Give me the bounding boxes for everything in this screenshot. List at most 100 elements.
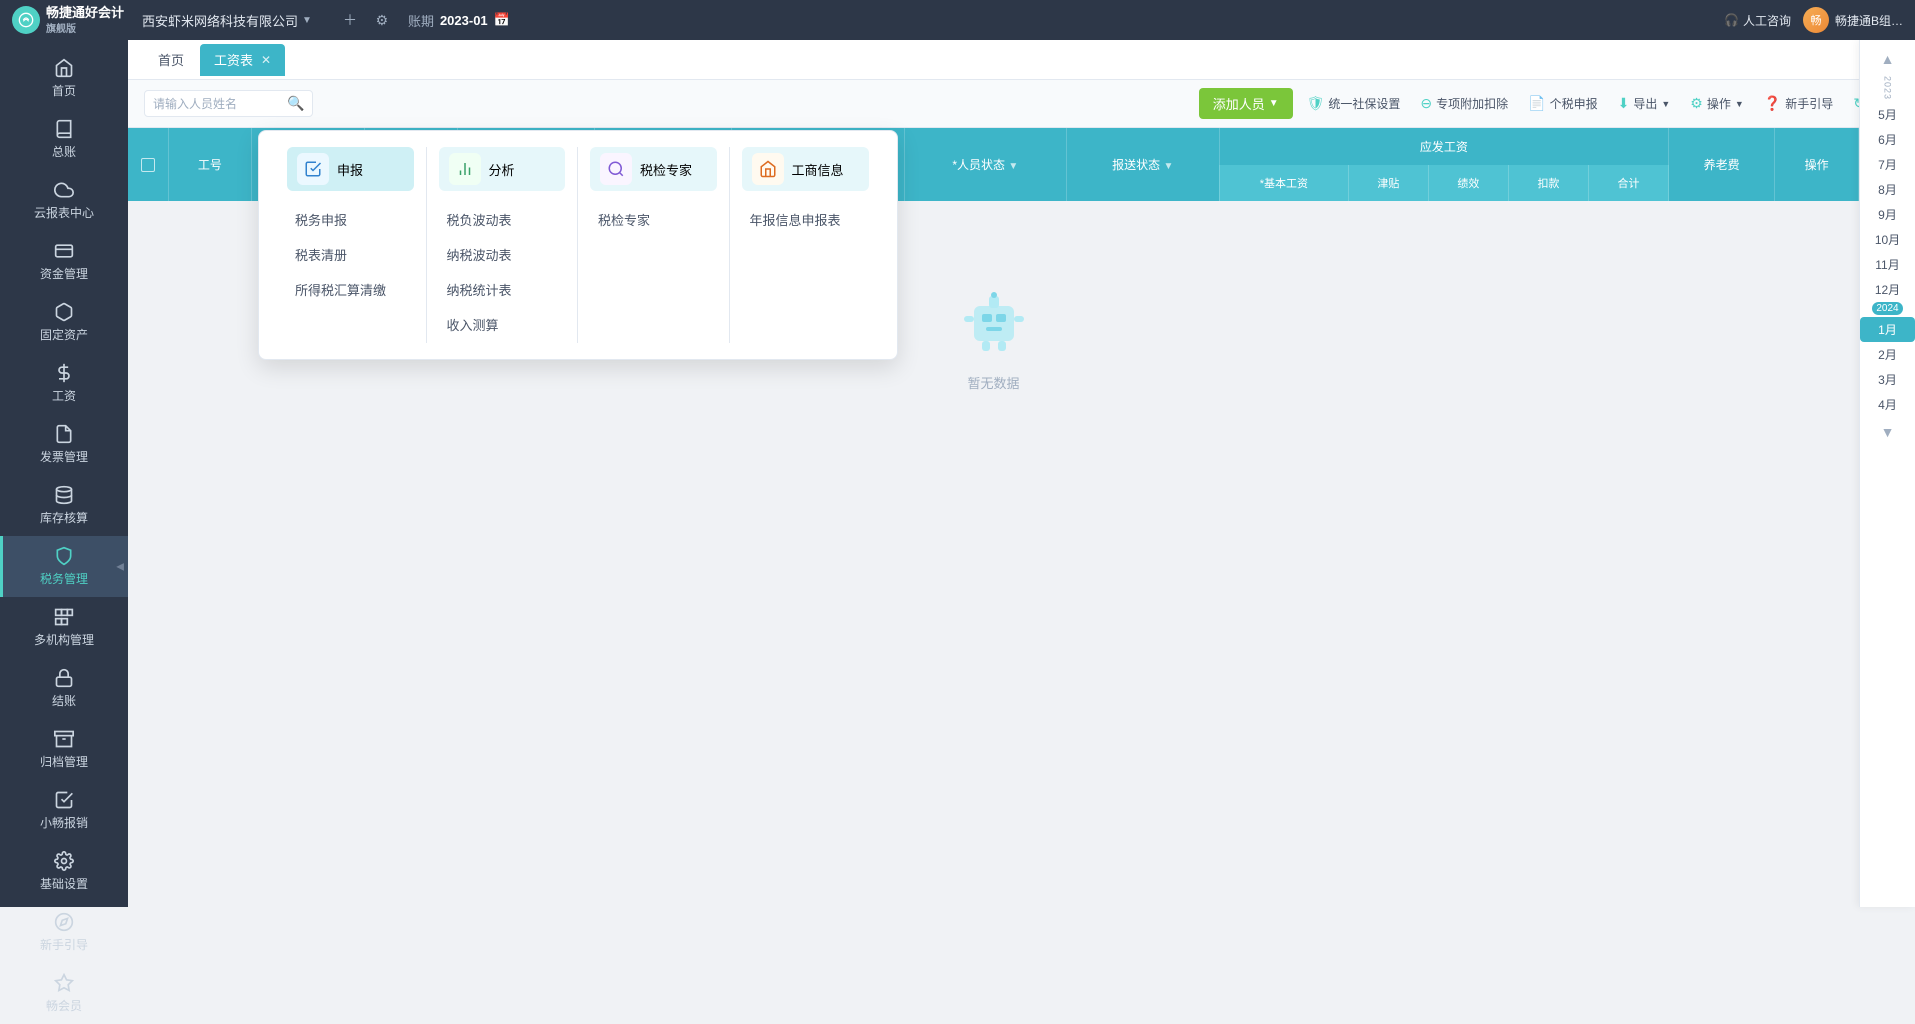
sidebar-item-multi[interactable]: 多机构管理 xyxy=(0,597,128,658)
sidebar-label-home: 首页 xyxy=(52,82,76,99)
content-area: 首页 工资表 ✕ 🔍 添加人员 ▼ 🛡 统一社保设置 xyxy=(128,40,1915,907)
calendar-icon[interactable]: 📅 xyxy=(494,12,510,28)
operation-btn[interactable]: ⚙ 操作 ▼ xyxy=(1684,91,1750,116)
add-person-label: 添加人员 xyxy=(1213,94,1265,113)
sidebar-item-settings[interactable]: 基础设置 xyxy=(0,841,128,902)
sidebar-item-salary[interactable]: 工资 xyxy=(0,353,128,414)
tax-report-icon: 📄 xyxy=(1528,95,1545,112)
sidebar-item-invoice[interactable]: 发票管理 xyxy=(0,414,128,475)
tax-dropdown-menu: 申报 税务申报 税表清册 所得税汇算清缴 分析 税负波动表 纳税波动表 xyxy=(258,130,898,360)
export-btn[interactable]: ⬇ 导出 ▼ xyxy=(1612,91,1677,116)
sidebar-item-assets[interactable]: 固定资产 xyxy=(0,292,128,353)
empty-robot-icon xyxy=(954,281,1034,361)
sidebar-item-inventory[interactable]: 库存核算 xyxy=(0,475,128,536)
th-report-status: 报送状态 ▼ xyxy=(1066,128,1219,201)
date-month-9[interactable]: 9月 xyxy=(1860,202,1915,227)
filter-status-icon[interactable]: ▼ xyxy=(1008,161,1018,172)
sidebar-item-closing[interactable]: 结账 xyxy=(0,658,128,719)
company-dropdown-icon: ▼ xyxy=(302,15,312,26)
sidebar-item-vip[interactable]: 畅会员 xyxy=(0,963,128,1024)
menu-item-tax-stat[interactable]: 纳税统计表 xyxy=(439,273,566,306)
menu-item-annual-report[interactable]: 年报信息申报表 xyxy=(742,203,870,236)
date-panel-down-btn[interactable]: ▼ xyxy=(1873,417,1903,447)
menu-item-tax-declare[interactable]: 税务申报 xyxy=(287,203,414,236)
date-month-11[interactable]: 11月 xyxy=(1860,252,1915,277)
menu-item-income-clear[interactable]: 所得税汇算清缴 xyxy=(287,273,414,306)
th-base-salary: *基本工资 xyxy=(1219,165,1348,201)
sidebar-item-home[interactable]: 首页 xyxy=(0,48,128,109)
dropdown-col-header-biz[interactable]: 工商信息 xyxy=(742,147,870,191)
add-person-btn[interactable]: 添加人员 ▼ xyxy=(1199,88,1293,119)
sidebar-label-closing: 结账 xyxy=(52,692,76,709)
sidebar-item-tax[interactable]: 税务管理 ◀ xyxy=(0,536,128,597)
menu-item-tax-form-list[interactable]: 税表清册 xyxy=(287,238,414,271)
header-icon-group: ＋ ⚙ xyxy=(338,8,394,32)
search-icon[interactable]: 🔍 xyxy=(287,95,304,112)
period-value: 2023-01 xyxy=(440,13,488,28)
date-month-3[interactable]: 3月 xyxy=(1860,367,1915,392)
sidebar-item-cloud[interactable]: 云报表中心 xyxy=(0,170,128,231)
company-name: 西安虾米网络科技有限公司 xyxy=(142,11,298,30)
company-selector[interactable]: 西安虾米网络科技有限公司 ▼ xyxy=(134,7,320,34)
th-checkbox[interactable] xyxy=(128,128,168,201)
support-label: 人工咨询 xyxy=(1743,12,1791,29)
menu-item-tax-pay[interactable]: 纳税波动表 xyxy=(439,238,566,271)
sidebar-item-ledger[interactable]: 总账 xyxy=(0,109,128,170)
support-btn[interactable]: 🎧 人工咨询 xyxy=(1724,12,1791,29)
user-area[interactable]: 畅 畅捷通B组… xyxy=(1803,7,1903,33)
sidebar-label-vip: 畅会员 xyxy=(46,997,82,1014)
search-input[interactable] xyxy=(153,97,283,111)
date-month-10[interactable]: 10月 xyxy=(1860,227,1915,252)
tax-report-btn[interactable]: 📄 个税申报 xyxy=(1522,91,1603,116)
sidebar-item-guide[interactable]: 新手引导 xyxy=(0,902,128,963)
period-info: 账期 2023-01 📅 xyxy=(408,11,510,30)
sidebar-item-archive[interactable]: 归档管理 xyxy=(0,719,128,780)
tab-salary-table[interactable]: 工资表 ✕ xyxy=(200,44,285,76)
search-wrapper[interactable]: 🔍 xyxy=(144,90,313,117)
date-month-6[interactable]: 6月 xyxy=(1860,127,1915,152)
empty-text: 暂无数据 xyxy=(967,373,1019,392)
settings-icon-btn[interactable]: ⚙ xyxy=(370,8,394,32)
sidebar-item-report[interactable]: 小畅报销 xyxy=(0,780,128,841)
analysis-icon xyxy=(449,153,481,185)
top-header: 畅捷通好会计 旗舰版 西安虾米网络科技有限公司 ▼ ＋ ⚙ 账期 2023-01… xyxy=(0,0,1915,40)
dropdown-col-header-expert[interactable]: 税检专家 xyxy=(590,147,717,191)
date-month-4[interactable]: 4月 xyxy=(1860,392,1915,417)
sidebar-label-report: 小畅报销 xyxy=(40,814,88,831)
dropdown-col-header-declare[interactable]: 申报 xyxy=(287,147,414,191)
tab-close-btn[interactable]: ✕ xyxy=(261,53,271,67)
filter-report-icon[interactable]: ▼ xyxy=(1164,161,1174,172)
date-month-2[interactable]: 2月 xyxy=(1860,342,1915,367)
add-icon-btn[interactable]: ＋ xyxy=(338,8,362,32)
year-badge-2024: 2024 xyxy=(1872,302,1902,315)
menu-item-expert[interactable]: 税检专家 xyxy=(590,203,717,236)
app-logo-icon xyxy=(12,6,40,34)
social-security-btn[interactable]: 🛡 统一社保设置 xyxy=(1301,91,1407,116)
sidebar-label-guide: 新手引导 xyxy=(40,936,88,953)
date-panel-up-btn[interactable]: ▲ xyxy=(1873,44,1903,74)
date-month-12[interactable]: 12月 xyxy=(1860,277,1915,302)
sidebar-item-cash[interactable]: 资金管理 xyxy=(0,231,128,292)
th-deduct: 扣款 xyxy=(1508,165,1588,201)
tab-home[interactable]: 首页 xyxy=(144,44,198,76)
new-guide-btn[interactable]: ❓ 新手引导 xyxy=(1758,91,1839,116)
date-month-7[interactable]: 7月 xyxy=(1860,152,1915,177)
dropdown-col-declare-label: 申报 xyxy=(337,160,363,179)
tab-salary-label: 工资表 xyxy=(214,50,253,69)
menu-item-tax-burden[interactable]: 税负波动表 xyxy=(439,203,566,236)
select-all-checkbox[interactable] xyxy=(141,158,155,172)
date-month-8[interactable]: 8月 xyxy=(1860,177,1915,202)
tax-report-label: 个税申报 xyxy=(1550,95,1598,112)
header-right: 🎧 人工咨询 畅 畅捷通B组… xyxy=(1724,7,1903,33)
sidebar-label-invoice: 发票管理 xyxy=(40,448,88,465)
sidebar-label-salary: 工资 xyxy=(52,387,76,404)
menu-item-income-calc[interactable]: 收入测算 xyxy=(439,308,566,341)
special-deduct-icon: ⊖ xyxy=(1420,95,1432,112)
date-month-5[interactable]: 5月 xyxy=(1860,102,1915,127)
main-layout: 首页 总账 云报表中心 资金管理 固定资产 工资 发票管理 库存核算 xyxy=(0,40,1915,907)
expert-icon xyxy=(600,153,632,185)
th-total: 合计 xyxy=(1588,165,1668,201)
date-month-1[interactable]: 1月 xyxy=(1860,317,1915,342)
special-deduct-btn[interactable]: ⊖ 专项附加扣除 xyxy=(1414,91,1514,116)
dropdown-col-header-analysis[interactable]: 分析 xyxy=(439,147,566,191)
